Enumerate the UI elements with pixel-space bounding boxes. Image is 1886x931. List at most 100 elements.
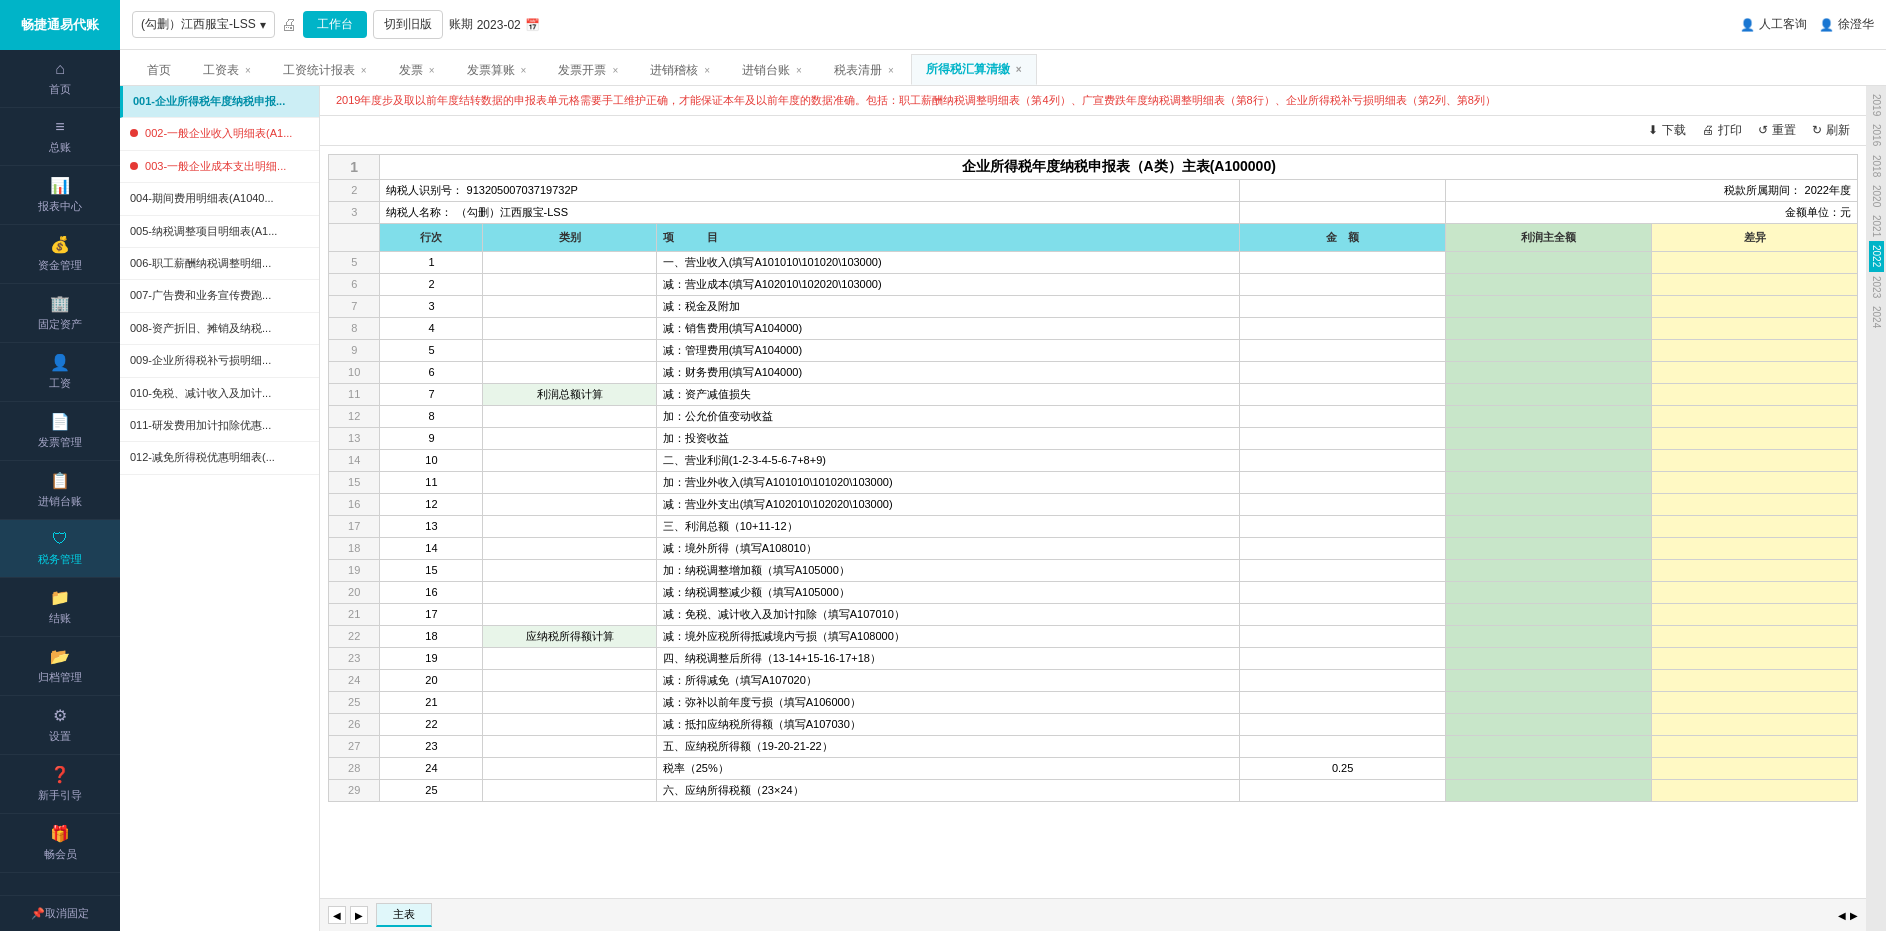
table-row: 9 5 减：管理费用(填写A104000) xyxy=(329,339,1858,361)
sidebar-item-home[interactable]: ⌂ 首页 xyxy=(0,50,120,108)
workbench-button[interactable]: 工作台 xyxy=(303,11,367,38)
reset-button[interactable]: ↺ 重置 xyxy=(1758,122,1796,139)
refresh-icon: ↻ xyxy=(1812,123,1822,137)
error-dot-icon xyxy=(130,162,138,170)
scroll-left-icon[interactable]: ◀ xyxy=(1838,910,1846,921)
table-row: 12 8 加：公允价值变动收益 xyxy=(329,405,1858,427)
left-panel-item-006[interactable]: 006-职工薪酬纳税调整明细... xyxy=(120,248,319,280)
tab-close-icon[interactable]: × xyxy=(796,65,802,76)
year-2021[interactable]: 2021 xyxy=(1869,211,1884,241)
sidebar-item-assets[interactable]: 🏢 固定资产 xyxy=(0,284,120,343)
tab-tax-clear[interactable]: 税表清册 × xyxy=(819,55,909,85)
left-panel-item-009[interactable]: 009-企业所得税补亏损明细... xyxy=(120,345,319,377)
sidebar-item-reports[interactable]: 📊 报表中心 xyxy=(0,166,120,225)
sidebar-item-tax[interactable]: 🛡 税务管理 xyxy=(0,520,120,578)
tab-invoice[interactable]: 发票 × xyxy=(384,55,450,85)
header-right: 👤 人工客询 👤 徐澄华 xyxy=(1740,16,1874,33)
tab-home[interactable]: 首页 xyxy=(132,55,186,85)
cut-version-button[interactable]: 切到旧版 xyxy=(373,10,443,39)
prev-sheet-button[interactable]: ◀ xyxy=(328,906,346,924)
left-panel-item-010[interactable]: 010-免税、减计收入及加计... xyxy=(120,378,319,410)
header-left: (勾删）江西服宝-LSS ▾ 🖨 工作台 切到旧版 账期 2023-02 📅 xyxy=(132,10,540,39)
col-header-a: 行次 xyxy=(380,223,483,251)
tab-invoice-calc[interactable]: 发票算账 × xyxy=(452,55,542,85)
table-row: 7 3 减：税金及附加 xyxy=(329,295,1858,317)
sidebar-item-settings[interactable]: ⚙ 设置 xyxy=(0,696,120,755)
tab-sales-ledger[interactable]: 进销台账 × xyxy=(727,55,817,85)
table-row: 13 9 加：投资收益 xyxy=(329,427,1858,449)
year-2016[interactable]: 2016 xyxy=(1869,120,1884,150)
sidebar-item-guide[interactable]: ❓ 新手引导 xyxy=(0,755,120,814)
tab-close-icon[interactable]: × xyxy=(612,65,618,76)
refresh-button[interactable]: ↻ 刷新 xyxy=(1812,122,1850,139)
tab-close-icon[interactable]: × xyxy=(361,65,367,76)
payroll-icon: 👤 xyxy=(50,353,70,372)
left-panel-item-011[interactable]: 011-研发费用加计扣除优惠... xyxy=(120,410,319,442)
tab-close-icon[interactable]: × xyxy=(521,65,527,76)
tab-income-tax[interactable]: 所得税汇算清缴 × xyxy=(911,54,1037,85)
table-row: 15 11 加：营业外收入(填写A101010\101020\103000) xyxy=(329,471,1858,493)
print-icon: 🖨 xyxy=(1702,123,1714,137)
sidebar-item-invoice[interactable]: 📄 发票管理 xyxy=(0,402,120,461)
pin-label: 取消固定 xyxy=(45,906,89,921)
reset-icon: ↺ xyxy=(1758,123,1768,137)
user-info[interactable]: 👤 徐澄华 xyxy=(1819,16,1874,33)
tab-close-icon[interactable]: × xyxy=(1016,64,1022,75)
left-panel-item-004[interactable]: 004-期间费用明细表(A1040... xyxy=(120,183,319,215)
tab-invoice-open[interactable]: 发票开票 × xyxy=(543,55,633,85)
period-display: 账期 2023-02 📅 xyxy=(449,16,540,33)
ledger-icon: ≡ xyxy=(55,118,64,136)
print-button[interactable]: 🖨 打印 xyxy=(1702,122,1742,139)
year-2020[interactable]: 2020 xyxy=(1869,181,1884,211)
download-button[interactable]: ⬇ 下载 xyxy=(1648,122,1686,139)
table-row: 18 14 减：境外所得（填写A108010） xyxy=(329,537,1858,559)
refresh-label: 刷新 xyxy=(1826,122,1850,139)
tab-payroll[interactable]: 工资表 × xyxy=(188,55,266,85)
calendar-icon: 📅 xyxy=(525,18,540,32)
sidebar-item-ledger[interactable]: ≡ 总账 xyxy=(0,108,120,166)
service-button[interactable]: 👤 人工客询 xyxy=(1740,16,1807,33)
left-panel-item-001[interactable]: 001-企业所得税年度纳税申报... xyxy=(120,86,319,118)
next-sheet-button[interactable]: ▶ xyxy=(350,906,368,924)
reset-label: 重置 xyxy=(1772,122,1796,139)
tab-close-icon[interactable]: × xyxy=(429,65,435,76)
year-2018[interactable]: 2018 xyxy=(1869,151,1884,181)
sidebar-item-sales[interactable]: 📋 进销台账 xyxy=(0,461,120,520)
year-2022[interactable]: 2022 xyxy=(1869,241,1884,271)
sidebar-item-member[interactable]: 🎁 畅会员 xyxy=(0,814,120,873)
sidebar-item-archive[interactable]: 📂 归档管理 xyxy=(0,637,120,696)
sidebar-item-finance[interactable]: 💰 资金管理 xyxy=(0,225,120,284)
tab-close-icon[interactable]: × xyxy=(704,65,710,76)
tab-close-icon[interactable]: × xyxy=(245,65,251,76)
period-value: 2023-02 xyxy=(477,18,521,32)
sidebar-item-payroll[interactable]: 👤 工资 xyxy=(0,343,120,402)
col-header-f: 差异 xyxy=(1652,223,1858,251)
company-selector[interactable]: (勾删）江西服宝-LSS ▾ xyxy=(132,11,275,38)
scroll-right-icon[interactable]: ▶ xyxy=(1850,910,1858,921)
sidebar-nav: ⌂ 首页 ≡ 总账 📊 报表中心 💰 资金管理 🏢 固定资产 👤 工资 xyxy=(0,50,120,895)
left-panel-item-012[interactable]: 012-减免所得税优惠明细表(... xyxy=(120,442,319,474)
sidebar-pin-toggle[interactable]: 📌 取消固定 xyxy=(0,895,120,931)
sheet-tab-main[interactable]: 主表 xyxy=(376,903,432,927)
year-2023[interactable]: 2023 xyxy=(1869,272,1884,302)
tax-period-value: 2022年度 xyxy=(1805,184,1851,196)
tab-close-icon[interactable]: × xyxy=(888,65,894,76)
sidebar-item-close[interactable]: 📁 结账 xyxy=(0,578,120,637)
left-panel-item-003[interactable]: 003-一般企业成本支出明细... xyxy=(120,151,319,183)
tab-payroll-stats[interactable]: 工资统计报表 × xyxy=(268,55,382,85)
left-panel-item-002[interactable]: 002-一般企业收入明细表(A1... xyxy=(120,118,319,150)
item-label: 002-一般企业收入明细表(A1... xyxy=(145,127,292,139)
left-panel-item-005[interactable]: 005-纳税调整项目明细表(A1... xyxy=(120,216,319,248)
table-container[interactable]: 1 企业所得税年度纳税申报表（A类）主表(A100000) 2 纳税人识别号： … xyxy=(320,146,1866,899)
right-content: 2019年度步及取以前年度结转数据的申报表单元格需要手工维护正确，才能保证本年及… xyxy=(320,86,1866,931)
year-2019[interactable]: 2019 xyxy=(1869,90,1884,120)
tab-label: 所得税汇算清缴 xyxy=(926,61,1010,78)
row-num xyxy=(329,223,380,251)
year-2024[interactable]: 2024 xyxy=(1869,302,1884,332)
left-panel-item-008[interactable]: 008-资产折旧、摊销及纳税... xyxy=(120,313,319,345)
table-row: 17 13 三、利润总额（10+11-12） xyxy=(329,515,1858,537)
tab-sales-audit[interactable]: 进销稽核 × xyxy=(635,55,725,85)
sidebar-item-label: 进销台账 xyxy=(38,494,82,509)
left-panel-item-007[interactable]: 007-广告费和业务宣传费跑... xyxy=(120,280,319,312)
table-row: 16 12 减：营业外支出(填写A102010\102020\103000) xyxy=(329,493,1858,515)
